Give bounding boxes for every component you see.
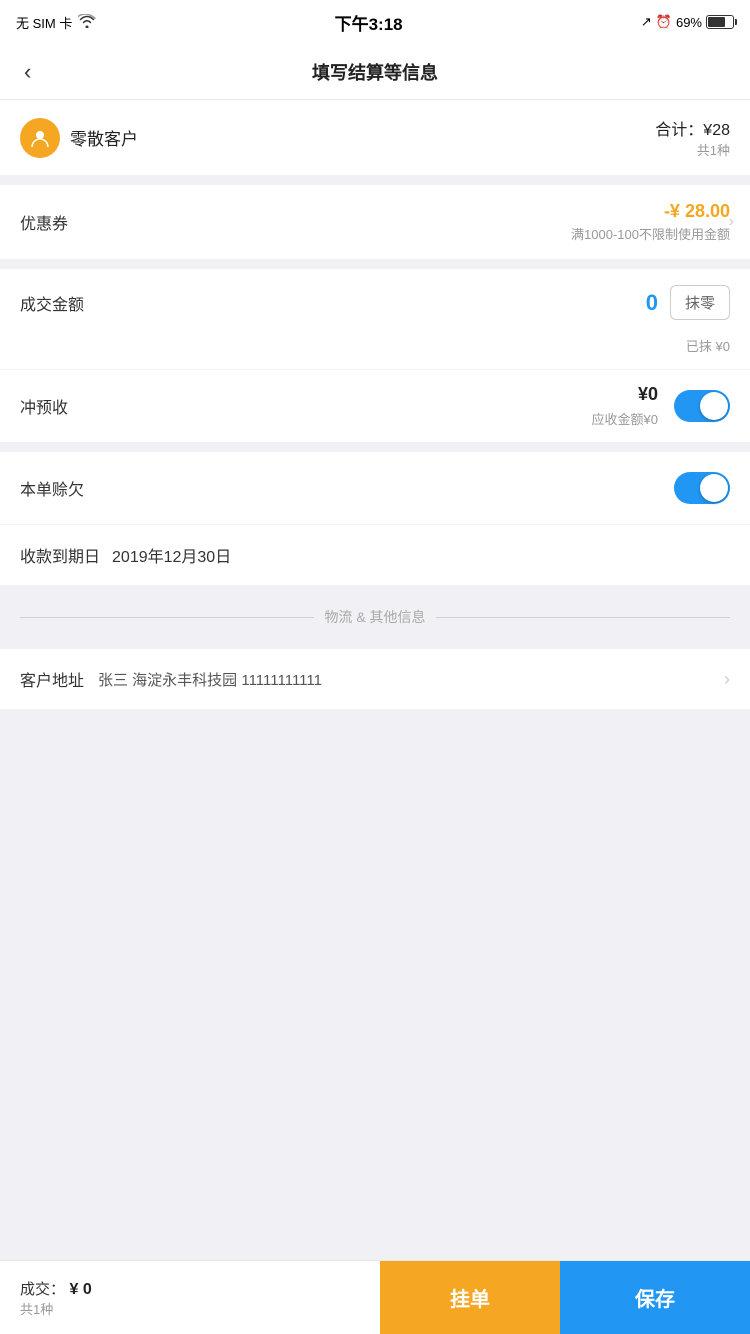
coupon-row[interactable]: 优惠券 -¥ 28.00 满1000-100不限制使用金额 ›	[0, 185, 750, 259]
logistics-line-right	[436, 617, 730, 618]
prepay-row: 冲预收 ¥0 应收金额¥0	[0, 369, 750, 442]
status-time: 下午3:18	[335, 10, 403, 35]
round-zero-button[interactable]: 抹零	[670, 285, 730, 320]
alarm-icon: ⏰	[656, 14, 672, 30]
prepay-toggle[interactable]	[674, 390, 730, 422]
customer-name: 零散客户	[70, 125, 138, 150]
coupon-section[interactable]: 优惠券 -¥ 28.00 满1000-100不限制使用金额 ›	[0, 185, 750, 259]
customer-total-wrap: 合计：¥28 共1种	[655, 116, 730, 159]
customer-avatar	[20, 118, 60, 158]
battery-percent: 69%	[676, 15, 702, 30]
deal-right: 0 抹零	[646, 285, 730, 320]
logistics-text: 物流 & 其他信息	[324, 607, 425, 627]
coupon-right: -¥ 28.00 满1000-100不限制使用金额	[571, 201, 730, 243]
bottom-summary: 成交： ¥ 0 共1种	[0, 1278, 380, 1318]
credit-row: 本单赊欠	[0, 452, 750, 524]
bottom-bar: 成交： ¥ 0 共1种 挂单 保存	[0, 1260, 750, 1334]
deal-sub-text: 已抹 ¥0	[686, 336, 730, 355]
customer-total: 合计：¥28	[655, 116, 730, 140]
bottom-deal-row: 成交： ¥ 0	[20, 1278, 360, 1299]
battery-icon	[706, 15, 734, 29]
coupon-discount: -¥ 28.00	[664, 201, 730, 222]
bottom-count: 共1种	[20, 1299, 360, 1318]
address-label: 客户地址	[20, 667, 84, 691]
carrier-text: 无 SIM 卡	[16, 13, 72, 32]
due-date-value: 2019年12月30日	[112, 543, 231, 567]
page-title: 填写结算等信息	[312, 59, 438, 85]
credit-toggle[interactable]	[674, 472, 730, 504]
toggle-knob	[700, 392, 728, 420]
empty-space	[0, 719, 750, 919]
due-date-label: 收款到期日	[20, 543, 100, 567]
coupon-label: 优惠券	[20, 210, 68, 234]
save-button[interactable]: 保存	[560, 1261, 750, 1334]
deal-sub-row: 已抹 ¥0	[0, 336, 750, 369]
customer-section: 零散客户 合计：¥28 共1种	[0, 100, 750, 175]
deal-value[interactable]: 0	[646, 290, 658, 316]
due-date-row[interactable]: 收款到期日 2019年12月30日	[0, 524, 750, 585]
status-left: 无 SIM 卡	[16, 13, 96, 32]
customer-count: 共1种	[655, 140, 730, 159]
deal-label: 成交金额	[20, 291, 84, 315]
coupon-sub: 满1000-100不限制使用金额	[571, 224, 730, 243]
logistics-divider: 物流 & 其他信息	[20, 607, 730, 627]
customer-row: 零散客户 合计：¥28 共1种	[0, 100, 750, 175]
address-row[interactable]: 客户地址 张三 海淀永丰科技园 11111111111 ›	[0, 649, 750, 709]
address-section[interactable]: 客户地址 张三 海淀永丰科技园 11111111111 ›	[0, 649, 750, 709]
address-chevron-icon: ›	[724, 669, 730, 690]
status-bar: 无 SIM 卡 下午3:18 ↗ ⏰ 69%	[0, 0, 750, 44]
prepay-amount: ¥0	[638, 384, 658, 405]
status-right: ↗ ⏰ 69%	[641, 14, 734, 30]
deal-section: 成交金额 0 抹零 已抹 ¥0 冲预收 ¥0 应收金额¥0	[0, 269, 750, 442]
back-button[interactable]: ‹	[16, 51, 39, 93]
location-icon: ↗	[641, 14, 652, 30]
toggle-knob-2	[700, 474, 728, 502]
nav-bar: ‹ 填写结算等信息	[0, 44, 750, 100]
logistics-line-left	[20, 617, 314, 618]
prepay-right: ¥0 应收金额¥0	[592, 384, 658, 428]
address-value: 张三 海淀永丰科技园 11111111111	[98, 669, 710, 690]
prepay-label: 冲预收	[20, 394, 68, 418]
credit-section: 本单赊欠 收款到期日 2019年12月30日	[0, 452, 750, 585]
content-area: 零散客户 合计：¥28 共1种 优惠券 -¥ 28.00 满1000-100不限…	[0, 100, 750, 999]
chevron-right-icon: ›	[729, 213, 734, 231]
deal-row: 成交金额 0 抹零	[0, 269, 750, 336]
credit-label: 本单赊欠	[20, 476, 84, 500]
customer-left: 零散客户	[20, 118, 138, 158]
hold-button[interactable]: 挂单	[380, 1261, 560, 1334]
wifi-icon	[78, 14, 96, 31]
bottom-deal-label: 成交：	[20, 1281, 65, 1298]
prepay-sub: 应收金额¥0	[592, 409, 658, 428]
logistics-divider-section: 物流 & 其他信息	[0, 595, 750, 639]
bottom-deal-amount: ¥ 0	[69, 1281, 91, 1298]
